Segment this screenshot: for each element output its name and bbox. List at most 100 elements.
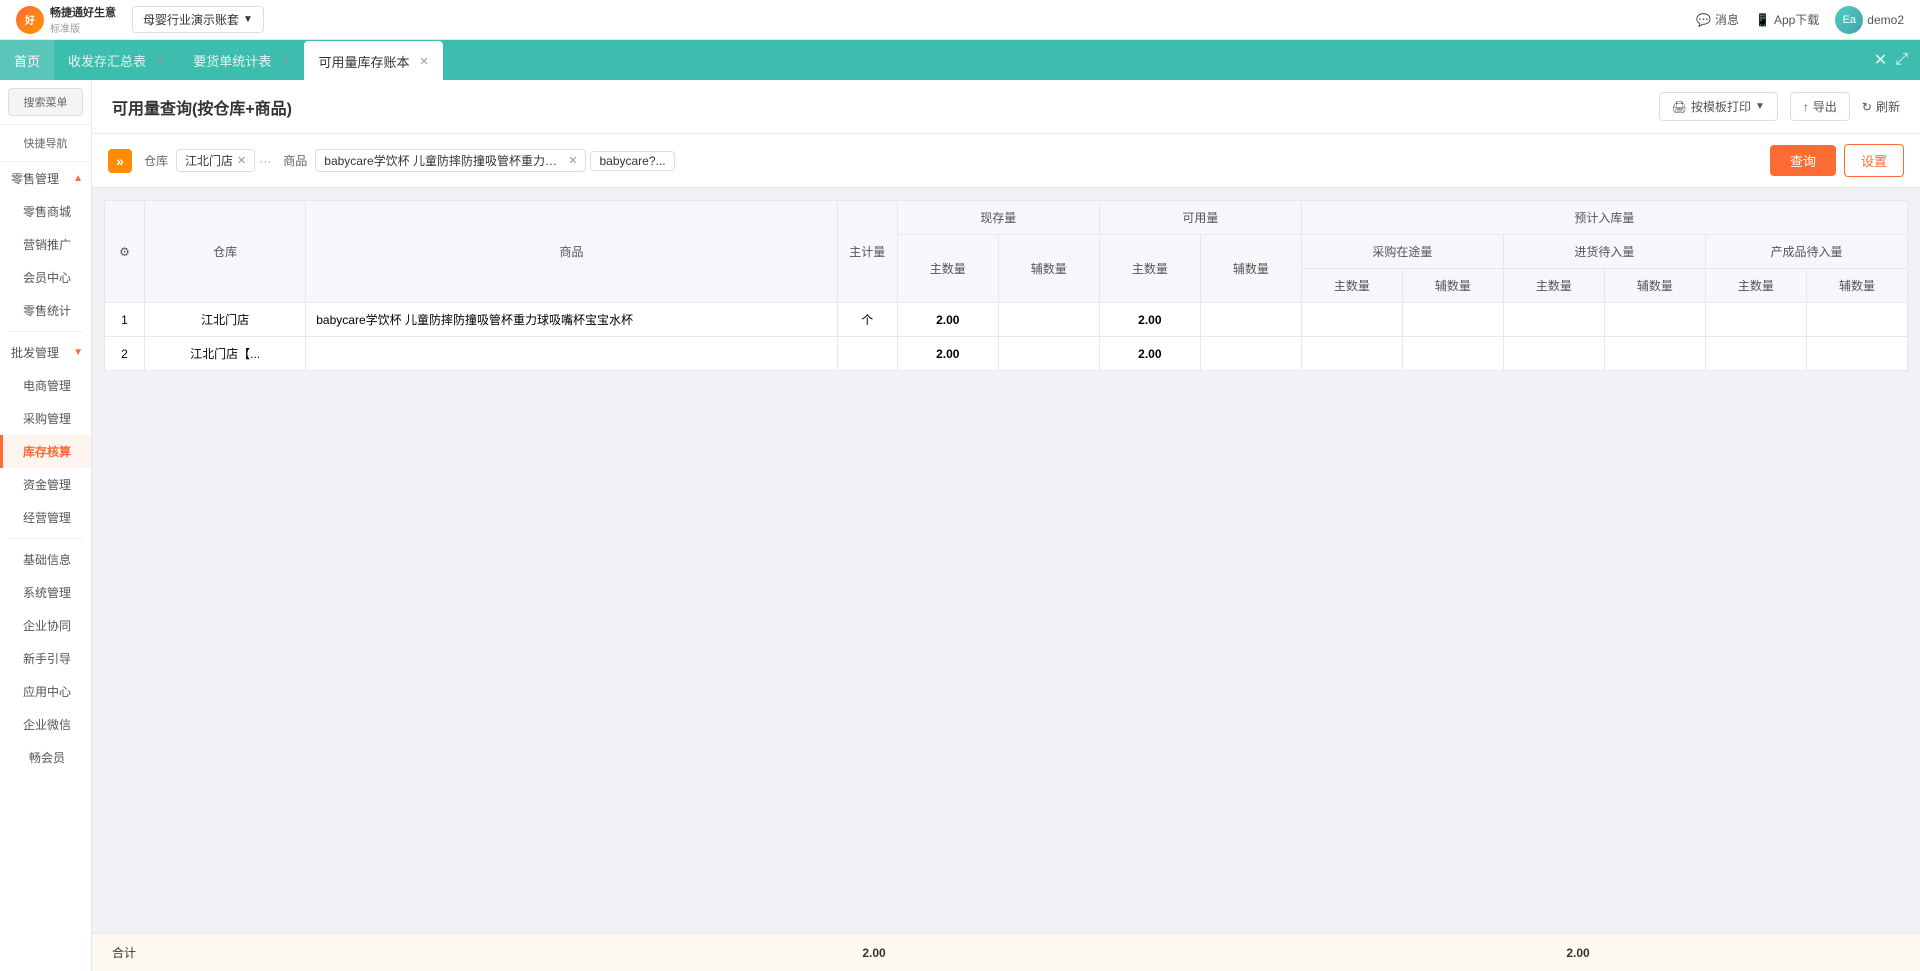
sidebar-item-newbie[interactable]: 新手引导 xyxy=(0,642,91,675)
product-tag-2[interactable]: babycare?... xyxy=(590,151,674,171)
retail-stats-label: 零售统计 xyxy=(23,302,71,319)
tab-expand[interactable]: ⤢ xyxy=(1895,51,1908,69)
sidebar-item-enterprise[interactable]: 企业协同 xyxy=(0,609,91,642)
sidebar-item-wholesale[interactable]: 批发管理 ▼ xyxy=(0,336,91,369)
th-purchase-transit: 采购在途量 xyxy=(1301,235,1503,269)
sidebar-item-inventory[interactable]: 库存核算 xyxy=(0,435,91,468)
refresh-button[interactable]: ↻ 刷新 xyxy=(1862,98,1900,115)
warehouse-more-icon[interactable]: ··· xyxy=(259,154,271,168)
inventory-label: 库存核算 xyxy=(23,443,71,460)
th-settings: ⚙ xyxy=(105,201,145,303)
member2-label: 畅会员 xyxy=(29,749,65,766)
page-title: 可用量查询(按仓库+商品) xyxy=(112,95,292,119)
app-download-button[interactable]: 📱 App下载 xyxy=(1755,11,1819,28)
filter-expand-button[interactable]: » xyxy=(108,149,132,173)
top-bar-right: 💬 消息 📱 App下载 Ea demo2 xyxy=(1696,6,1904,34)
sidebar-divider-1 xyxy=(8,331,83,332)
warehouse-tag[interactable]: 江北门店 ✕ xyxy=(176,149,255,172)
tenant-selector[interactable]: 母婴行业演示账套 ▼ xyxy=(132,6,264,33)
system-label: 系统管理 xyxy=(23,584,71,601)
product-tag-1[interactable]: babycare学饮杯 儿童防摔防撞吸管杯重力球吸嘴杯宝宝水杯 ✕ xyxy=(315,149,586,172)
print-dropdown-icon: ▼ xyxy=(1755,101,1765,112)
tab-order-stats[interactable]: 要货单统计表 ✕ xyxy=(179,40,304,80)
th-main-unit: 主计量 xyxy=(837,201,897,303)
th-arrival-main: 主数量 xyxy=(1503,269,1604,303)
cell-row-num: 1 xyxy=(105,303,145,337)
th-stock-main: 主数量 xyxy=(897,235,998,303)
message-button[interactable]: 💬 消息 xyxy=(1696,11,1739,28)
sidebar-item-basic[interactable]: 基础信息 xyxy=(0,543,91,576)
th-prod-sub: 辅数量 xyxy=(1806,269,1907,303)
th-production-pending: 产成品待入量 xyxy=(1705,235,1907,269)
quick-nav-button[interactable]: 快捷导航 xyxy=(0,131,91,155)
sidebar-search-area: 搜索菜单 xyxy=(0,80,91,125)
avatar: Ea xyxy=(1835,6,1863,34)
expand-icon: » xyxy=(116,153,124,169)
sidebar-item-purchase[interactable]: 采购管理 xyxy=(0,402,91,435)
product-tag-1-close[interactable]: ✕ xyxy=(568,154,577,167)
sidebar-item-zero-retail[interactable]: 零售管理 ▲ xyxy=(0,162,91,195)
sidebar-item-zero-shop[interactable]: 零售商城 xyxy=(0,195,91,228)
tab-receipts[interactable]: 收发存汇总表 ✕ xyxy=(54,40,179,80)
message-icon: 💬 xyxy=(1696,13,1711,27)
warehouse-filter-group: 仓库 江北门店 ✕ ··· xyxy=(144,149,271,172)
print-label: 按模板打印 xyxy=(1691,98,1751,115)
zero-retail-label: 零售管理 xyxy=(11,170,59,187)
tab-close-all[interactable]: ✕ xyxy=(1874,50,1887,70)
sidebar-item-retail-stats[interactable]: 零售统计 xyxy=(0,294,91,327)
sidebar-item-system[interactable]: 系统管理 xyxy=(0,576,91,609)
print-button[interactable]: 🖨 按模板打印 ▼ xyxy=(1659,92,1778,121)
th-available: 可用量 xyxy=(1099,201,1301,235)
query-button[interactable]: 查询 xyxy=(1770,145,1836,176)
sidebar-item-member[interactable]: 会员中心 xyxy=(0,261,91,294)
logo-text: 畅捷通好生意 标准版 xyxy=(50,4,116,35)
sidebar-item-finance[interactable]: 资金管理 xyxy=(0,468,91,501)
sidebar-item-app-center[interactable]: 应用中心 xyxy=(0,675,91,708)
cell-arrival-main xyxy=(1503,337,1604,371)
table-container: ⚙ 仓库 商品 主计量 现存量 可用量 预计入库量 主数量 辅数量 主数量 辅数… xyxy=(92,188,1920,933)
sidebar-item-member2[interactable]: 畅会员 xyxy=(0,741,91,774)
footer-stock-total: 2.00 xyxy=(552,946,1196,960)
settings-icon[interactable]: ⚙ xyxy=(119,245,130,259)
cell-stock-main: 2.00 xyxy=(897,337,998,371)
sidebar-item-marketing[interactable]: 营销推广 xyxy=(0,228,91,261)
cell-warehouse: 江北门店 xyxy=(145,303,306,337)
export-label: 导出 xyxy=(1813,98,1837,115)
cell-product xyxy=(306,337,838,371)
marketing-label: 营销推广 xyxy=(23,236,71,253)
member-label: 会员中心 xyxy=(23,269,71,286)
cell-purchase-sub xyxy=(1402,303,1503,337)
cell-prod-sub xyxy=(1806,303,1907,337)
main-layout: 搜索菜单 快捷导航 零售管理 ▲ 零售商城 营销推广 会员中心 零售统计 批发管… xyxy=(0,80,1920,971)
search-menu-button[interactable]: 搜索菜单 xyxy=(8,88,83,116)
tab-available-stock-close[interactable]: ✕ xyxy=(420,55,429,68)
tab-receipts-close[interactable]: ✕ xyxy=(156,54,165,67)
operations-label: 经营管理 xyxy=(23,509,71,526)
sidebar-item-wechat[interactable]: 企业微信 xyxy=(0,708,91,741)
cell-arrival-sub xyxy=(1604,303,1705,337)
user-profile[interactable]: Ea demo2 xyxy=(1835,6,1904,34)
cell-purchase-main xyxy=(1301,303,1402,337)
sidebar-item-operations[interactable]: 经营管理 xyxy=(0,501,91,534)
tab-home[interactable]: 首页 xyxy=(0,40,54,80)
th-available-main: 主数量 xyxy=(1099,235,1200,303)
order-stats-label: 要货单统计表 xyxy=(193,51,271,70)
export-button[interactable]: ↑ 导出 xyxy=(1790,92,1850,121)
cell-row-num: 2 xyxy=(105,337,145,371)
app-icon: 📱 xyxy=(1755,13,1770,27)
tab-order-stats-close[interactable]: ✕ xyxy=(281,54,290,67)
available-stock-label: 可用量库存账本 xyxy=(318,52,409,71)
sidebar-item-ecommerce[interactable]: 电商管理 xyxy=(0,369,91,402)
username: demo2 xyxy=(1867,13,1904,27)
tab-available-stock[interactable]: 可用量库存账本 ✕ xyxy=(304,41,442,81)
th-purchase-main: 主数量 xyxy=(1301,269,1402,303)
top-bar-left: 好 畅捷通好生意 标准版 母婴行业演示账套 ▼ xyxy=(16,4,264,35)
warehouse-tag-close[interactable]: ✕ xyxy=(237,154,246,167)
filter-area: » 仓库 江北门店 ✕ ··· 商品 babycare学饮杯 儿童防摔防撞吸管杯… xyxy=(92,134,1920,188)
home-label: 首页 xyxy=(14,51,40,70)
setting-button[interactable]: 设置 xyxy=(1844,144,1904,177)
cell-available-main: 2.00 xyxy=(1099,337,1200,371)
th-arrival-sub: 辅数量 xyxy=(1604,269,1705,303)
dropdown-icon: ▼ xyxy=(243,14,253,25)
receipts-label: 收发存汇总表 xyxy=(68,51,146,70)
